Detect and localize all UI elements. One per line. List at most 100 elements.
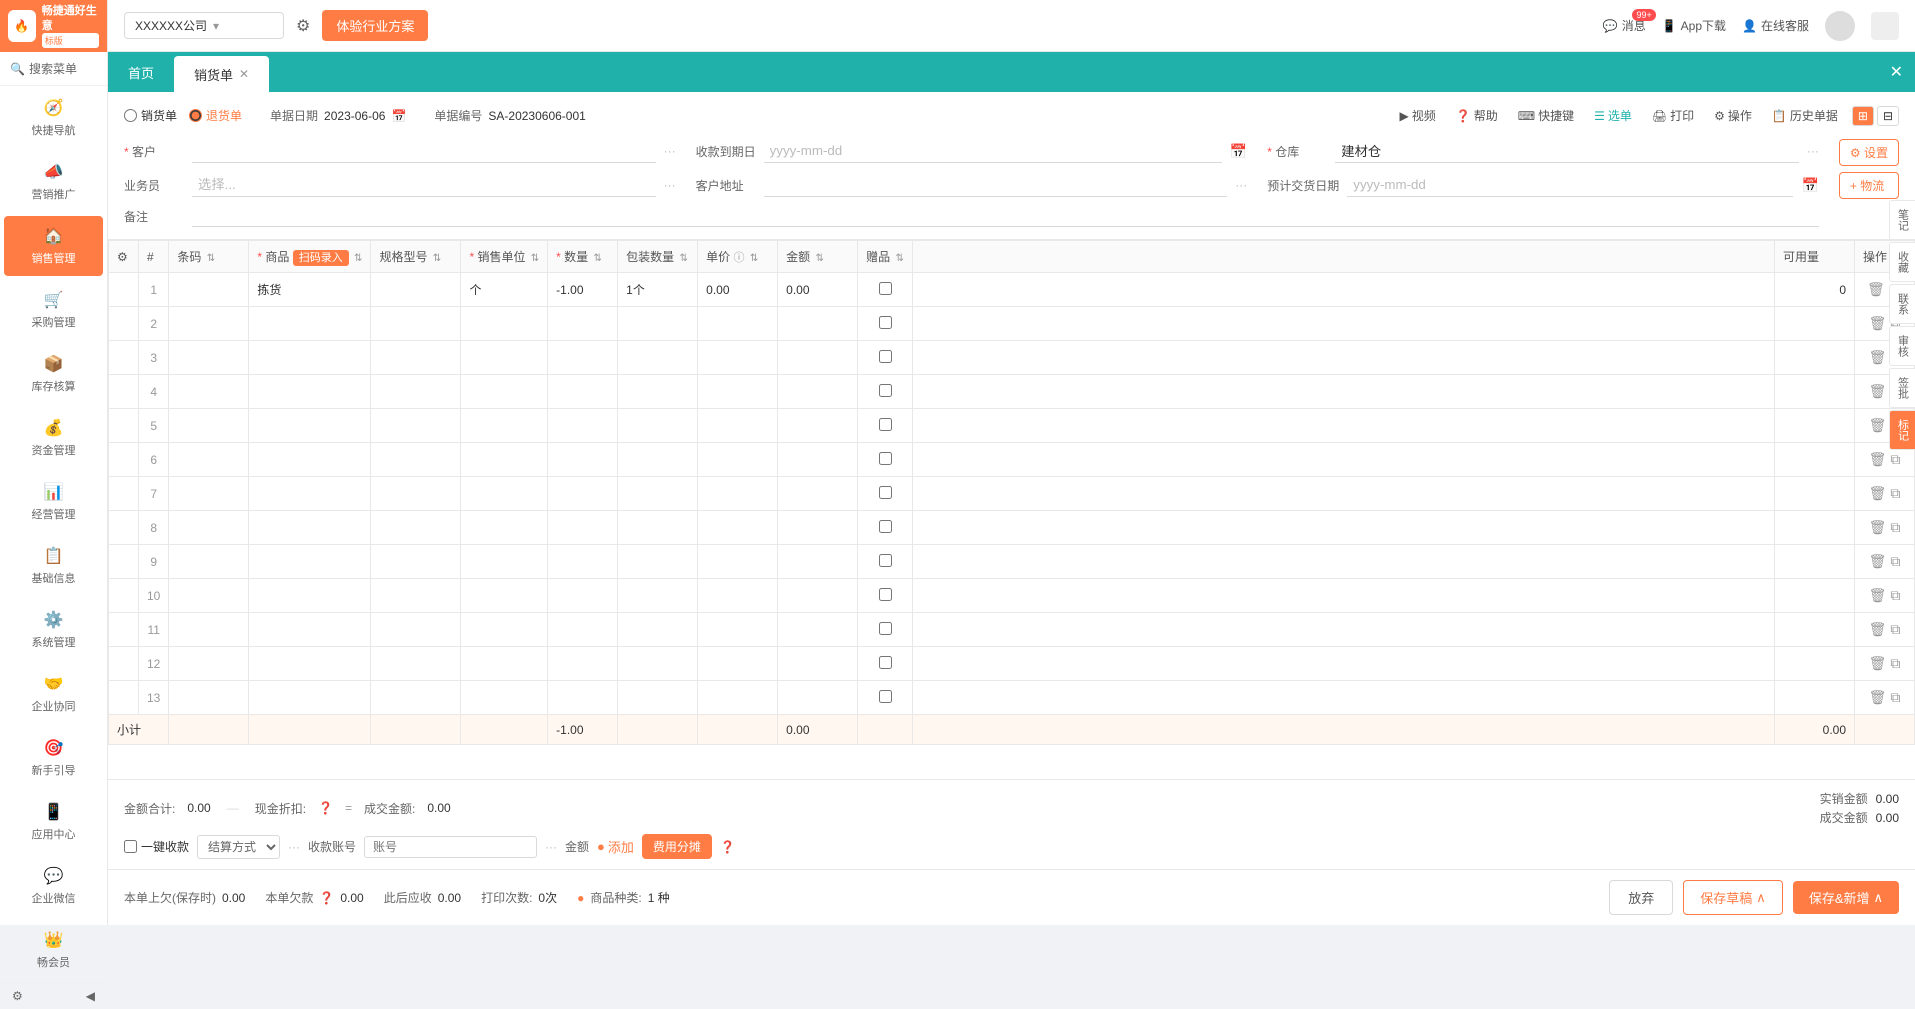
copy-icon[interactable]: ⧉ xyxy=(1888,687,1902,708)
receive-date-calendar-icon[interactable]: 📅 xyxy=(1230,143,1247,160)
tab-close-icon[interactable]: ✕ xyxy=(239,67,249,81)
delete-icon[interactable]: 🗑 xyxy=(1867,313,1889,334)
customer-dots[interactable]: ··· xyxy=(664,144,676,158)
sidebar-item-marketing[interactable]: 📣 营销推广 xyxy=(4,152,103,212)
print-btn[interactable]: 🖨 打印 xyxy=(1646,104,1700,127)
row-barcode[interactable] xyxy=(169,341,249,375)
settings-button[interactable]: ⚙ xyxy=(296,16,310,36)
row-product[interactable]: 拣货 xyxy=(249,273,371,307)
company-selector[interactable]: XXXXXX公司 ▾ xyxy=(124,12,284,39)
gift-checkbox[interactable] xyxy=(879,452,892,465)
row-product[interactable] xyxy=(249,443,371,477)
account-dots[interactable]: ··· xyxy=(545,840,557,854)
salesperson-dots[interactable]: ··· xyxy=(664,178,676,192)
sidebar-settings-icon[interactable]: ⚙ xyxy=(12,989,23,1003)
gift-checkbox[interactable] xyxy=(879,656,892,669)
gift-checkbox[interactable] xyxy=(879,316,892,329)
sidebar-item-operations[interactable]: 📊 经营管理 xyxy=(4,472,103,532)
choose-btn[interactable]: ☰ 选单 xyxy=(1588,104,1638,127)
gift-checkbox[interactable] xyxy=(879,282,892,295)
customer-input[interactable] xyxy=(192,139,656,163)
row-barcode[interactable] xyxy=(169,681,249,715)
row-product[interactable] xyxy=(249,681,371,715)
discount-help-icon[interactable]: ❓ xyxy=(318,801,333,815)
help-btn[interactable]: ❓ 帮助 xyxy=(1450,104,1504,127)
float-sign-btn[interactable]: 签批 xyxy=(1889,368,1915,408)
row-product[interactable] xyxy=(249,477,371,511)
radio-return[interactable]: 退货单 xyxy=(189,107,242,124)
receive-date-input[interactable] xyxy=(764,139,1222,163)
view-table-icon[interactable]: ⊞ xyxy=(1852,106,1874,126)
copy-icon[interactable]: ⧉ xyxy=(1888,653,1902,674)
tab-home[interactable]: 首页 xyxy=(108,52,174,92)
row-barcode[interactable] xyxy=(169,443,249,477)
row-product[interactable] xyxy=(249,409,371,443)
delete-icon[interactable]: 🗑 xyxy=(1867,551,1889,572)
delete-icon[interactable]: 🗑 xyxy=(1867,483,1889,504)
row-product[interactable] xyxy=(249,307,371,341)
save-draft-button[interactable]: 保存草稿 ∧ xyxy=(1683,880,1783,915)
row-barcode[interactable] xyxy=(169,273,249,307)
delete-icon[interactable]: 🗑 xyxy=(1867,517,1889,538)
copy-icon[interactable]: ⧉ xyxy=(1888,483,1902,504)
trial-button[interactable]: 体验行业方案 xyxy=(322,10,428,41)
row-gift[interactable] xyxy=(858,273,913,307)
sidebar-item-finance[interactable]: 💰 资金管理 xyxy=(4,408,103,468)
delete-icon[interactable]: 🗑 xyxy=(1867,687,1889,708)
row-barcode[interactable] xyxy=(169,613,249,647)
sidebar-item-quick-nav[interactable]: 🧭 快捷导航 xyxy=(4,88,103,148)
row-product[interactable] xyxy=(249,341,371,375)
shortcut-btn[interactable]: ⌨ 快捷键 xyxy=(1512,104,1580,127)
account-input[interactable] xyxy=(364,836,537,858)
row-pkg[interactable]: 1个 xyxy=(618,273,698,307)
gift-checkbox[interactable] xyxy=(879,418,892,431)
sidebar-item-wechat[interactable]: 💬 企业微信 xyxy=(4,856,103,916)
tab-sales-order[interactable]: 销货单 ✕ xyxy=(174,56,269,92)
gift-checkbox[interactable] xyxy=(879,622,892,635)
row-product[interactable] xyxy=(249,375,371,409)
gift-checkbox[interactable] xyxy=(879,588,892,601)
float-bookmark-btn[interactable]: 收藏 xyxy=(1889,242,1915,282)
row-product[interactable] xyxy=(249,579,371,613)
copy-icon[interactable]: ⧉ xyxy=(1888,585,1902,606)
search-menu[interactable]: 🔍 搜索菜单 xyxy=(0,52,107,86)
expected-delivery-input[interactable] xyxy=(1347,173,1793,197)
add-button[interactable]: ● 添加 xyxy=(597,837,634,856)
copy-icon[interactable]: ⧉ xyxy=(1888,551,1902,572)
calendar-icon[interactable]: 📅 xyxy=(391,109,406,123)
user-menu-icon[interactable] xyxy=(1871,12,1899,40)
row-unit[interactable]: 个 xyxy=(461,273,548,307)
salesperson-input[interactable] xyxy=(192,173,656,197)
history-btn[interactable]: 📋 历史单据 xyxy=(1766,104,1844,127)
delete-icon[interactable]: 🗑 xyxy=(1867,381,1889,402)
sidebar-item-appstore[interactable]: 📱 应用中心 xyxy=(4,792,103,852)
row-barcode[interactable] xyxy=(169,375,249,409)
row-product[interactable] xyxy=(249,613,371,647)
customer-address-input[interactable] xyxy=(764,173,1228,197)
payment-checkbox-input[interactable] xyxy=(124,840,137,853)
col-settings[interactable]: ⚙ xyxy=(109,241,139,273)
float-contact-btn[interactable]: 联系 xyxy=(1889,284,1915,324)
delete-icon[interactable]: 🗑 xyxy=(1867,347,1889,368)
gift-checkbox[interactable] xyxy=(879,690,892,703)
delete-icon[interactable]: 🗑 xyxy=(1867,653,1889,674)
row-product[interactable] xyxy=(249,647,371,681)
owe-help-icon[interactable]: ❓ xyxy=(319,891,334,905)
row-product[interactable] xyxy=(249,511,371,545)
video-btn[interactable]: ▶ 视频 xyxy=(1394,104,1442,127)
gift-checkbox[interactable] xyxy=(879,520,892,533)
sidebar-item-basics[interactable]: 📋 基础信息 xyxy=(4,536,103,596)
row-barcode[interactable] xyxy=(169,545,249,579)
settlement-select[interactable]: 结算方式 xyxy=(197,835,280,859)
delete-icon[interactable]: 🗑 xyxy=(1867,585,1889,606)
row-spec[interactable] xyxy=(371,273,461,307)
warehouse-dots[interactable]: ··· xyxy=(1807,144,1819,158)
sidebar-item-member[interactable]: 👑 畅会员 xyxy=(4,920,103,980)
save-new-button[interactable]: 保存&新增 ∧ xyxy=(1793,881,1899,914)
row-price[interactable]: 0.00 xyxy=(698,273,778,307)
discard-button[interactable]: 放弃 xyxy=(1609,880,1673,915)
app-download-button[interactable]: 📱 App下载 xyxy=(1662,17,1726,34)
customer-address-dots[interactable]: ··· xyxy=(1235,178,1247,192)
gift-checkbox[interactable] xyxy=(879,554,892,567)
float-note-btn[interactable]: 笔记 xyxy=(1889,200,1915,240)
